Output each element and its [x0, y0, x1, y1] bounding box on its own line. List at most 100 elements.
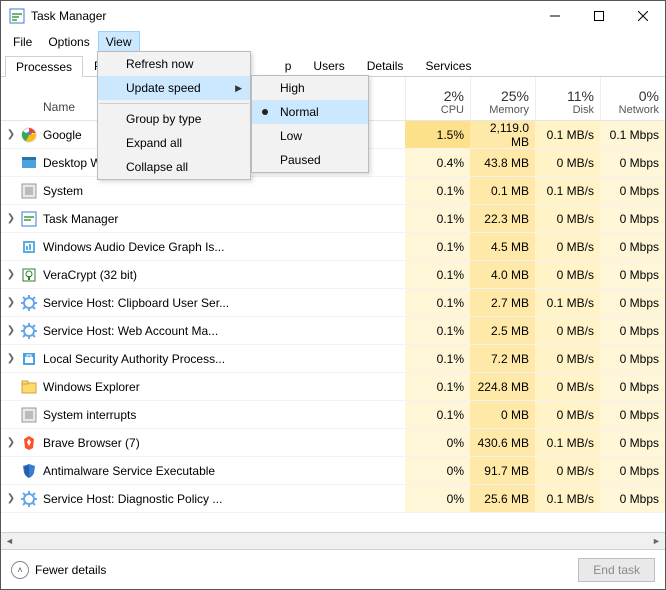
end-task-button[interactable]: End task [578, 558, 655, 582]
memory-cell: 0.1 MB [470, 177, 535, 204]
menu-expand-all[interactable]: Expand all [98, 131, 250, 155]
process-row[interactable]: ❯Task Manager0.1%22.3 MB0 MB/s0 Mbps [1, 205, 665, 233]
process-icon [21, 127, 37, 143]
menu-view[interactable]: View [98, 31, 140, 53]
process-name: System [43, 184, 405, 198]
expand-icon[interactable]: ❯ [1, 269, 21, 280]
speed-normal[interactable]: Normal [252, 100, 368, 124]
disk-cell: 0 MB/s [535, 233, 600, 260]
process-icon [21, 351, 37, 367]
fewer-details-button[interactable]: ˄ Fewer details [11, 561, 106, 579]
memory-cell: 4.0 MB [470, 261, 535, 288]
menu-update-speed[interactable]: Update speed ▶ [98, 76, 250, 100]
horizontal-scrollbar[interactable]: ◄ ► [1, 532, 665, 549]
process-list: ❯Google1.5%2,119.0 MB0.1 MB/s0.1 MbpsDes… [1, 121, 665, 532]
process-row[interactable]: Windows Explorer0.1%224.8 MB0 MB/s0 Mbps [1, 373, 665, 401]
header-disk[interactable]: 11% Disk [535, 77, 600, 120]
network-cell: 0 Mbps [600, 261, 665, 288]
update-speed-menu: High Normal Low Paused [251, 75, 369, 173]
speed-paused[interactable]: Paused [252, 148, 368, 172]
submenu-arrow-icon: ▶ [235, 83, 242, 94]
network-cell: 0 Mbps [600, 289, 665, 316]
process-name: System interrupts [43, 408, 405, 422]
header-cpu[interactable]: 2% CPU [405, 77, 470, 120]
expand-icon[interactable]: ❯ [1, 213, 21, 224]
memory-cell: 2.5 MB [470, 317, 535, 344]
scroll-right-icon[interactable]: ► [648, 533, 665, 550]
disk-cell: 0.1 MB/s [535, 429, 600, 456]
process-row[interactable]: System interrupts0.1%0 MB0 MB/s0 Mbps [1, 401, 665, 429]
app-icon [9, 8, 25, 24]
disk-label: Disk [573, 104, 594, 116]
process-icon [21, 435, 37, 451]
tab-processes[interactable]: Processes [5, 56, 83, 77]
scroll-left-icon[interactable]: ◄ [1, 533, 18, 550]
menu-file[interactable]: File [5, 31, 40, 53]
process-name: Local Security Authority Process... [43, 352, 405, 366]
cpu-percent: 2% [444, 88, 464, 104]
memory-cell: 430.6 MB [470, 429, 535, 456]
expand-icon[interactable]: ❯ [1, 493, 21, 504]
cpu-cell: 0% [405, 457, 470, 484]
cpu-cell: 0% [405, 485, 470, 512]
process-row[interactable]: ❯Service Host: Web Account Ma...0.1%2.5 … [1, 317, 665, 345]
network-cell: 0 Mbps [600, 317, 665, 344]
process-row[interactable]: Antimalware Service Executable0%91.7 MB0… [1, 457, 665, 485]
network-cell: 0.1 Mbps [600, 121, 665, 148]
memory-cell: 2.7 MB [470, 289, 535, 316]
disk-cell: 0.1 MB/s [535, 289, 600, 316]
expand-icon[interactable]: ❯ [1, 353, 21, 364]
close-button[interactable] [621, 1, 665, 31]
speed-low[interactable]: Low [252, 124, 368, 148]
chevron-up-icon: ˄ [11, 561, 29, 579]
process-row[interactable]: System0.1%0.1 MB0.1 MB/s0 Mbps [1, 177, 665, 205]
menu-group-by-type[interactable]: Group by type [98, 107, 250, 131]
disk-cell: 0.1 MB/s [535, 121, 600, 148]
process-row[interactable]: ❯Service Host: Diagnostic Policy ...0%25… [1, 485, 665, 513]
process-name: Windows Explorer [43, 380, 405, 394]
process-row[interactable]: ❯Service Host: Clipboard User Ser...0.1%… [1, 289, 665, 317]
disk-cell: 0 MB/s [535, 205, 600, 232]
process-row[interactable]: ❯VeraCrypt (32 bit)0.1%4.0 MB0 MB/s0 Mbp… [1, 261, 665, 289]
expand-icon[interactable]: ❯ [1, 325, 21, 336]
header-memory[interactable]: 25% Memory [470, 77, 535, 120]
process-row[interactable]: Windows Audio Device Graph Is...0.1%4.5 … [1, 233, 665, 261]
expand-icon[interactable]: ❯ [1, 437, 21, 448]
tab-services[interactable]: Services [414, 55, 482, 76]
memory-cell: 4.5 MB [470, 233, 535, 260]
expand-icon[interactable]: ❯ [1, 129, 21, 140]
cpu-cell: 0.1% [405, 177, 470, 204]
minimize-button[interactable] [533, 1, 577, 31]
maximize-button[interactable] [577, 1, 621, 31]
process-icon [21, 379, 37, 395]
menu-collapse-all[interactable]: Collapse all [98, 155, 250, 179]
cpu-cell: 0.1% [405, 289, 470, 316]
header-network[interactable]: 0% Network [600, 77, 665, 120]
disk-percent: 11% [567, 88, 594, 104]
tab-users[interactable]: Users [302, 55, 355, 76]
menubar: File Options View [1, 31, 665, 53]
titlebar: Task Manager [1, 1, 665, 31]
process-row[interactable]: ❯ Local Security Authority Process...0.1%… [1, 345, 665, 373]
tab-app-history[interactable]: p [274, 55, 303, 76]
network-cell: 0 Mbps [600, 205, 665, 232]
tab-details[interactable]: Details [356, 55, 415, 76]
cpu-cell: 0.1% [405, 233, 470, 260]
view-menu: Refresh now Update speed ▶ Group by type… [97, 51, 251, 180]
process-row[interactable]: ❯Brave Browser (7)0%430.6 MB0.1 MB/s0 Mb… [1, 429, 665, 457]
process-icon [21, 323, 37, 339]
cpu-cell: 1.5% [405, 121, 470, 148]
menu-separator [99, 103, 249, 104]
network-cell: 0 Mbps [600, 373, 665, 400]
cpu-cell: 0.1% [405, 345, 470, 372]
menu-options[interactable]: Options [40, 31, 97, 53]
menu-refresh-now[interactable]: Refresh now [98, 52, 250, 76]
expand-icon[interactable]: ❯ [1, 297, 21, 308]
cpu-cell: 0.4% [405, 149, 470, 176]
speed-high[interactable]: High [252, 76, 368, 100]
network-cell: 0 Mbps [600, 345, 665, 372]
memory-cell: 0 MB [470, 401, 535, 428]
network-cell: 0 Mbps [600, 149, 665, 176]
fewer-details-label: Fewer details [35, 563, 106, 577]
process-name: Service Host: Web Account Ma... [43, 324, 405, 338]
